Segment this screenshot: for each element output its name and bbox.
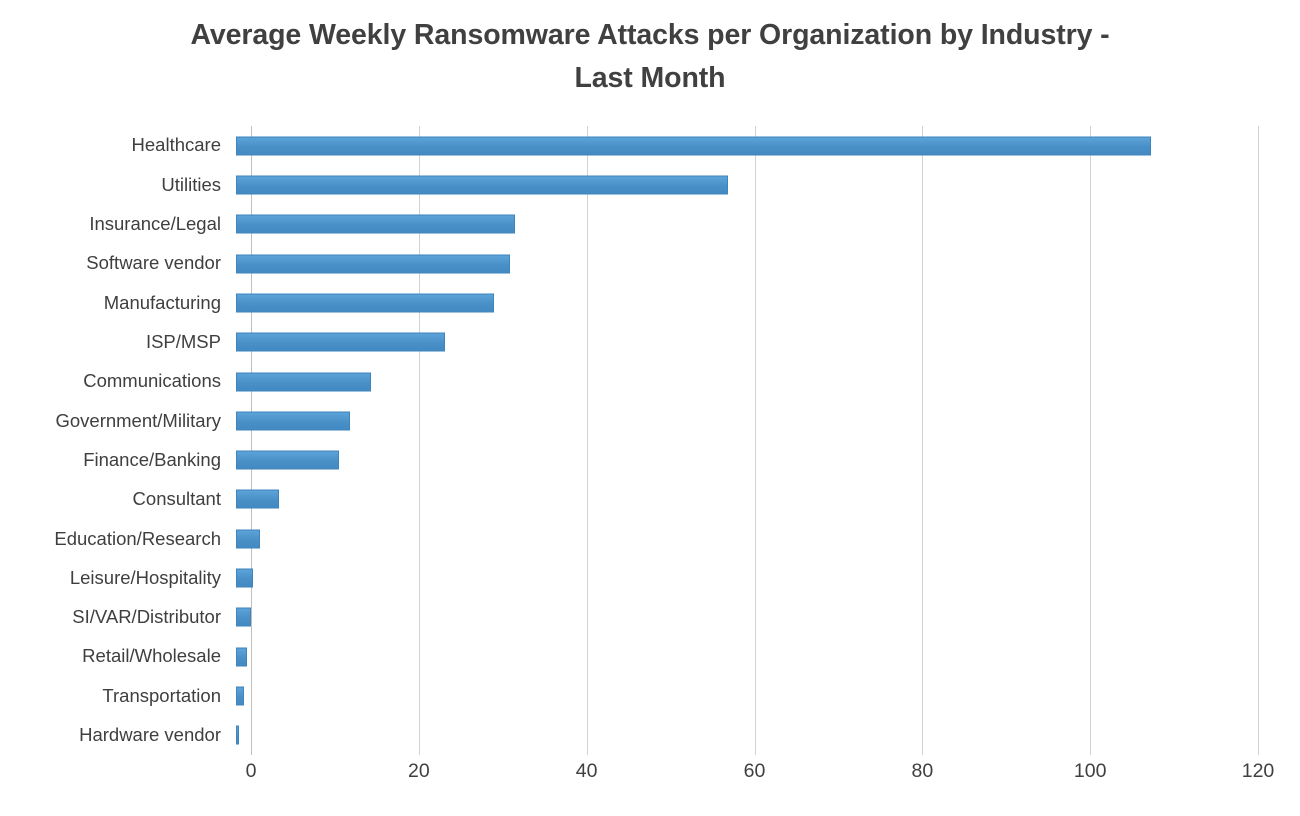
category-label: Insurance/Legal: [89, 213, 221, 235]
bar[interactable]: [236, 293, 495, 313]
chart-title-line-2: Last Month: [574, 62, 726, 94]
x-tick-label: 20: [407, 760, 430, 782]
bar[interactable]: [236, 489, 279, 509]
category-label: Communications: [83, 370, 221, 392]
chart-title-line-1: Average Weekly Ransomware Attacks per Or…: [190, 19, 1110, 51]
bar-track: [236, 244, 1300, 283]
bar-row: Government/Military: [0, 401, 1300, 440]
bar-row: Transportation: [0, 676, 1300, 715]
bar[interactable]: [236, 647, 247, 667]
category-rows: Healthcare Utilities Insurance/Legal Softwa…: [0, 126, 1300, 755]
category-label: Education/Research: [54, 527, 221, 549]
bar-row: Software vendor: [0, 244, 1300, 283]
bar-track: [236, 480, 1300, 519]
bar-row: ISP/MSP: [0, 323, 1300, 362]
bar[interactable]: [236, 529, 261, 549]
category-label: Utilities: [161, 173, 221, 195]
bar[interactable]: [236, 372, 372, 392]
bar-track: [236, 441, 1300, 480]
category-label: ISP/MSP: [145, 330, 221, 352]
x-tick-label: 120: [1241, 760, 1275, 782]
bar[interactable]: [236, 411, 351, 431]
category-label: Hardware vendor: [79, 724, 221, 746]
bar-row: Insurance/Legal: [0, 205, 1300, 244]
category-label: Manufacturing: [103, 291, 221, 313]
bar[interactable]: [236, 214, 516, 234]
bar-track: [236, 323, 1300, 362]
x-axis-tick-labels: 0 20 40 60 80 100 120: [0, 760, 1300, 800]
category-label: Finance/Banking: [83, 448, 221, 470]
bar-track: [236, 126, 1300, 165]
bar-track: [236, 519, 1300, 558]
category-label: Leisure/Hospitality: [69, 566, 221, 588]
bar-row: Utilities: [0, 165, 1300, 204]
bar[interactable]: [236, 254, 510, 274]
category-label: Healthcare: [131, 134, 221, 156]
bar-row: Consultant: [0, 480, 1300, 519]
bar-track: [236, 637, 1300, 676]
bar[interactable]: [236, 332, 445, 352]
category-label: Retail/Wholesale: [82, 645, 221, 667]
bar[interactable]: [236, 136, 1151, 156]
bar-track: [236, 165, 1300, 204]
category-label: Software vendor: [86, 252, 221, 274]
bar-track: [236, 598, 1300, 637]
ransomware-attacks-bar-chart: Average Weekly Ransomware Attacks per Or…: [0, 0, 1300, 816]
bar-track: [236, 362, 1300, 401]
bar[interactable]: [236, 568, 253, 588]
category-label: Transportation: [102, 684, 221, 706]
bar-track: [236, 401, 1300, 440]
bar[interactable]: [236, 450, 340, 470]
bar[interactable]: [236, 175, 728, 195]
bar-row: Hardware vendor: [0, 716, 1300, 755]
bar-row: SI/VAR/Distributor: [0, 598, 1300, 637]
x-tick-label: 0: [245, 760, 257, 782]
x-tick-label: 60: [743, 760, 766, 782]
category-label: Consultant: [132, 488, 221, 510]
bar[interactable]: [236, 686, 244, 706]
bar-row: Healthcare: [0, 126, 1300, 165]
bar[interactable]: [236, 725, 240, 745]
x-tick-label: 100: [1073, 760, 1107, 782]
category-label: Government/Military: [55, 409, 221, 431]
bar-track: [236, 283, 1300, 322]
bar-row: Leisure/Hospitality: [0, 558, 1300, 597]
bar-track: [236, 558, 1300, 597]
x-tick-label: 40: [575, 760, 598, 782]
bar-row: Finance/Banking: [0, 441, 1300, 480]
x-tick-label: 80: [911, 760, 934, 782]
bar-row: Retail/Wholesale: [0, 637, 1300, 676]
bar-track: [236, 205, 1300, 244]
bar-track: [236, 676, 1300, 715]
category-label: SI/VAR/Distributor: [72, 606, 221, 628]
bar-row: Manufacturing: [0, 283, 1300, 322]
bar-track: [236, 716, 1300, 755]
chart-title: Average Weekly Ransomware Attacks per Or…: [150, 14, 1150, 100]
bar[interactable]: [236, 607, 252, 627]
bar-row: Communications: [0, 362, 1300, 401]
bar-row: Education/Research: [0, 519, 1300, 558]
